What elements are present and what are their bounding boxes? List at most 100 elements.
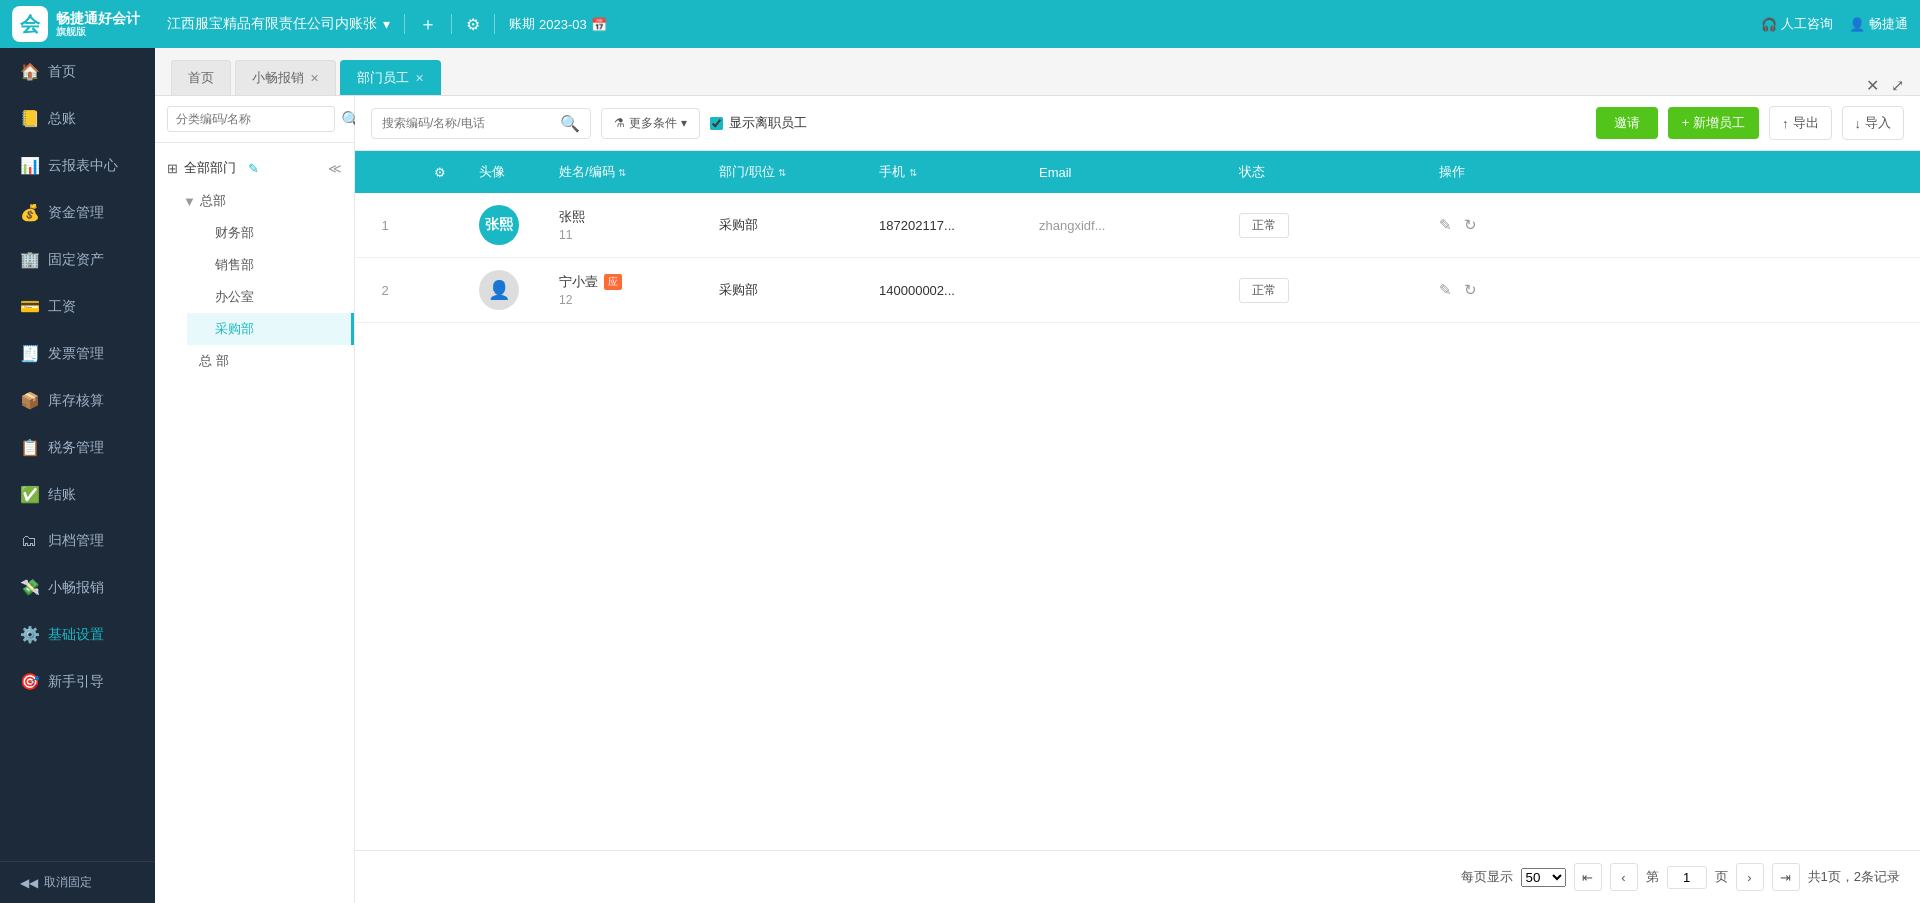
sidebar-item-assets[interactable]: 🏢 固定资产	[0, 236, 155, 283]
employee-panel: 🔍 ⚗ 更多条件 ▾ 显示离职员工 邀请 + 新增员工 ↑	[355, 96, 1920, 903]
sidebar-label-expense: 小畅报销	[48, 579, 104, 597]
avatar: 👤	[479, 270, 519, 310]
dept-node-hq[interactable]: ▼ 总部	[171, 185, 354, 217]
invite-btn[interactable]: 邀请	[1596, 107, 1658, 139]
col-name[interactable]: 姓名/编码 ⇅	[545, 151, 705, 193]
dept-node-purchase[interactable]: 采购部	[187, 313, 354, 345]
sidebar-item-home[interactable]: 🏠 首页	[0, 48, 155, 95]
expand-icon[interactable]: ⤢	[1891, 76, 1904, 95]
filter-label: 更多条件	[629, 115, 677, 132]
filter-dropdown-icon: ▾	[681, 116, 687, 130]
more-icon[interactable]: ↻	[1464, 281, 1477, 299]
dept-search-area: 🔍	[155, 96, 354, 143]
home-icon: 🏠	[20, 62, 38, 81]
cell-status: 正常	[1225, 258, 1425, 323]
sidebar-item-settle[interactable]: ✅ 结账	[0, 471, 155, 518]
sidebar-label-funds: 资金管理	[48, 204, 104, 222]
filter-btn[interactable]: ⚗ 更多条件 ▾	[601, 108, 700, 139]
topbar-actions: 🎧 人工咨询 👤 畅捷通	[1761, 15, 1908, 33]
dept-node-hq2[interactable]: 总 部	[171, 345, 354, 377]
close-window-icon[interactable]: ✕	[1858, 76, 1887, 95]
dept-collapse-icon[interactable]: ≪	[328, 161, 342, 176]
sidebar-item-salary[interactable]: 💳 工资	[0, 283, 155, 330]
tab-home[interactable]: 首页	[171, 60, 231, 95]
period-display: 账期 2023-03 📅	[509, 15, 607, 33]
col-action: 操作	[1425, 151, 1920, 193]
col-phone[interactable]: 手机 ⇅	[865, 151, 1025, 193]
sidebar-item-archive[interactable]: 🗂 归档管理	[0, 518, 155, 564]
tab-expense[interactable]: 小畅报销 ✕	[235, 60, 336, 95]
settings-sidebar-icon: ⚙️	[20, 625, 38, 644]
tab-dept[interactable]: 部门员工 ✕	[340, 60, 441, 95]
ledger-icon: 📒	[20, 109, 38, 128]
phone-sort-icon: ⇅	[909, 167, 917, 178]
col-status: 状态	[1225, 151, 1425, 193]
user-info[interactable]: 👤 畅捷通	[1849, 15, 1908, 33]
col-settings[interactable]: ⚙	[415, 151, 465, 193]
cell-status: 正常	[1225, 193, 1425, 258]
sidebar-item-tax[interactable]: 📋 税务管理	[0, 424, 155, 471]
dept-node-finance[interactable]: 财务部	[187, 217, 354, 249]
sidebar-item-guide[interactable]: 🎯 新手引导	[0, 658, 155, 705]
show-resigned-checkbox[interactable]	[710, 117, 723, 130]
topbar-separator	[404, 14, 405, 34]
employee-table: ⚙ 头像 姓名/编码 ⇅ 部门/职位 ⇅	[355, 151, 1920, 323]
sidebar-label-reports: 云报表中心	[48, 157, 118, 175]
import-btn[interactable]: ↓ 导入	[1842, 106, 1905, 140]
page-first-btn[interactable]: ⇤	[1574, 863, 1602, 891]
sidebar-item-reports[interactable]: 📊 云报表中心	[0, 142, 155, 189]
export-btn[interactable]: ↑ 导出	[1769, 106, 1832, 140]
user-avatar-icon: 👤	[1849, 17, 1865, 32]
avatar: 张熙	[479, 205, 519, 245]
edit-icon[interactable]: ✎	[1439, 281, 1452, 299]
show-resigned-label[interactable]: 显示离职员工	[710, 114, 807, 132]
status-badge: 正常	[1239, 213, 1289, 238]
page-content: 🔍 ⊞ 全部部门 ✎ ≪ ▼ 总部	[155, 96, 1920, 903]
cell-email: zhangxidf...	[1025, 193, 1225, 258]
table-header-row: ⚙ 头像 姓名/编码 ⇅ 部门/职位 ⇅	[355, 151, 1920, 193]
employee-search-input[interactable]	[382, 116, 554, 130]
sidebar-item-expense[interactable]: 💸 小畅报销	[0, 564, 155, 611]
page-next-btn[interactable]: ›	[1736, 863, 1764, 891]
dept-node-sales[interactable]: 销售部	[187, 249, 354, 281]
settings-icon[interactable]: ⚙	[466, 15, 480, 34]
col-dept[interactable]: 部门/职位 ⇅	[705, 151, 865, 193]
guide-icon: 🎯	[20, 672, 38, 691]
unpin-btn[interactable]: ◀◀ 取消固定	[0, 861, 155, 903]
sidebar-item-settings[interactable]: ⚙️ 基础设置	[0, 611, 155, 658]
cell-settings	[415, 258, 465, 323]
dept-search-input[interactable]	[167, 106, 335, 132]
add-icon[interactable]: ＋	[419, 12, 437, 36]
calendar-icon[interactable]: 📅	[591, 17, 607, 32]
dept-tree: ⊞ 全部部门 ✎ ≪ ▼ 总部 财务部	[155, 143, 354, 903]
cell-dept: 采购部	[705, 258, 865, 323]
edit-icon[interactable]: ✎	[1439, 216, 1452, 234]
search-icon[interactable]: 🔍	[560, 114, 580, 133]
dept-edit-icon[interactable]: ✎	[248, 161, 259, 176]
page-input[interactable]	[1667, 866, 1707, 889]
page-last-btn[interactable]: ⇥	[1772, 863, 1800, 891]
cell-action: ✎ ↻	[1425, 193, 1920, 258]
sidebar-label-salary: 工资	[48, 298, 76, 316]
sidebar-item-inventory[interactable]: 📦 库存核算	[0, 377, 155, 424]
dept-all-item[interactable]: ⊞ 全部部门 ✎ ≪	[155, 151, 354, 185]
page-prev-btn[interactable]: ‹	[1610, 863, 1638, 891]
dept-purchase-label: 采购部	[215, 320, 254, 338]
tab-dept-close[interactable]: ✕	[415, 72, 424, 85]
add-employee-btn[interactable]: + 新增员工	[1668, 107, 1759, 139]
cell-name: 张熙 11	[545, 193, 705, 258]
per-page-select[interactable]: 50 10 20 100	[1521, 868, 1566, 887]
company-dropdown-icon: ▾	[383, 16, 390, 32]
dept-node-office[interactable]: 办公室	[187, 281, 354, 313]
sidebar-item-funds[interactable]: 💰 资金管理	[0, 189, 155, 236]
sidebar-item-invoices[interactable]: 🧾 发票管理	[0, 330, 155, 377]
tab-expense-close[interactable]: ✕	[310, 72, 319, 85]
dept-hq-label: 总部	[200, 192, 226, 210]
more-icon[interactable]: ↻	[1464, 216, 1477, 234]
sidebar-item-ledger[interactable]: 📒 总账	[0, 95, 155, 142]
funds-icon: 💰	[20, 203, 38, 222]
support-btn[interactable]: 🎧 人工咨询	[1761, 15, 1833, 33]
employee-search-box: 🔍	[371, 108, 591, 139]
sidebar-label-home: 首页	[48, 63, 76, 81]
company-selector[interactable]: 江西服宝精品有限责任公司内账张 ▾	[167, 15, 390, 33]
